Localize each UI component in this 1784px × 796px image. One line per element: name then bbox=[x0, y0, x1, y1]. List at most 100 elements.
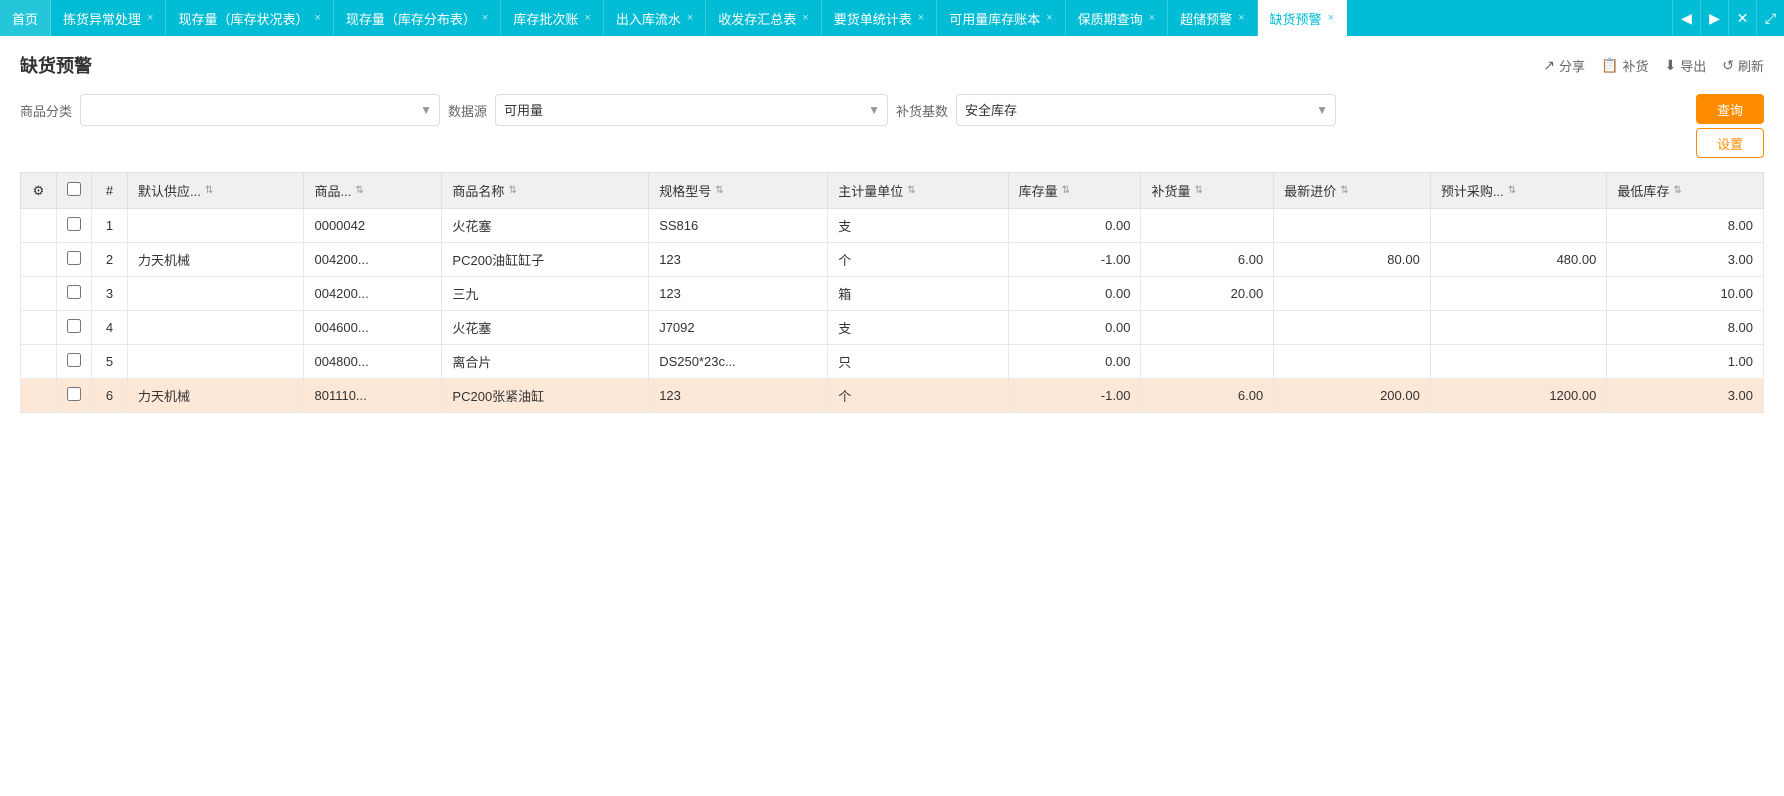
main-content: 缺货预警 ↗ 分享 📋 补货 ⬇ 导出 ↺ 刷新 商品分类 bbox=[0, 36, 1784, 796]
replenish-icon: 📋 bbox=[1601, 57, 1618, 74]
th-stock[interactable]: 库存量 ⇅ bbox=[1008, 173, 1141, 209]
row-goods-name: 火花塞 bbox=[442, 311, 649, 345]
row-min-stock: 8.00 bbox=[1607, 209, 1764, 243]
replenish-select[interactable]: 安全库存 bbox=[956, 94, 1336, 126]
sort-supplier-icon: ⇅ bbox=[205, 185, 213, 196]
datasource-select[interactable]: 可用量 bbox=[495, 94, 888, 126]
category-select-wrap: ▼ bbox=[80, 94, 440, 126]
close-tab-picking[interactable]: × bbox=[147, 12, 153, 24]
table-row[interactable]: 3 004200... 三九 123 箱 0.00 20.00 10.00 bbox=[21, 277, 1764, 311]
header-actions: ↗ 分享 📋 补货 ⬇ 导出 ↺ 刷新 bbox=[1543, 56, 1764, 75]
row-est-purchase bbox=[1430, 345, 1606, 379]
close-tab-inout[interactable]: × bbox=[687, 12, 693, 24]
th-min-stock[interactable]: 最低库存 ⇅ bbox=[1607, 173, 1764, 209]
sort-stock-icon: ⇅ bbox=[1062, 185, 1070, 196]
table-row[interactable]: 2 力天机械 004200... PC200油缸缸子 123 个 -1.00 6… bbox=[21, 243, 1764, 277]
close-tab-overstock[interactable]: × bbox=[1238, 12, 1244, 24]
th-unit[interactable]: 主计量单位 ⇅ bbox=[828, 173, 1008, 209]
row-spec: DS250*23c... bbox=[649, 345, 828, 379]
th-supplier[interactable]: 默认供应... ⇅ bbox=[128, 173, 304, 209]
table-row[interactable]: 1 0000042 火花塞 SS816 支 0.00 8.00 bbox=[21, 209, 1764, 243]
close-tab-stock-dist[interactable]: × bbox=[482, 12, 488, 24]
row-checkbox-cell[interactable] bbox=[57, 277, 92, 311]
row-checkbox[interactable] bbox=[67, 353, 81, 367]
replenish-button[interactable]: 📋 补货 bbox=[1601, 56, 1648, 75]
th-spec[interactable]: 规格型号 ⇅ bbox=[649, 173, 828, 209]
row-checkbox-cell[interactable] bbox=[57, 379, 92, 413]
nav-prev-btn[interactable]: ◀ bbox=[1672, 0, 1700, 36]
row-goods-name: 离合片 bbox=[442, 345, 649, 379]
row-stock: 0.00 bbox=[1008, 345, 1141, 379]
share-button[interactable]: ↗ 分享 bbox=[1543, 56, 1585, 75]
row-replenish bbox=[1141, 209, 1274, 243]
row-unit: 个 bbox=[828, 243, 1008, 277]
sort-goodsname-icon: ⇅ bbox=[508, 185, 516, 196]
close-tab-summary[interactable]: × bbox=[802, 12, 808, 24]
tab-overstock[interactable]: 超储预警 × bbox=[1168, 0, 1257, 36]
close-tab-shortage[interactable]: × bbox=[1328, 12, 1334, 24]
nav-next-btn[interactable]: ▶ bbox=[1700, 0, 1728, 36]
row-checkbox[interactable] bbox=[67, 251, 81, 265]
row-num: 3 bbox=[92, 277, 128, 311]
tab-expiry[interactable]: 保质期查询 × bbox=[1066, 0, 1168, 36]
tab-home[interactable]: 首页 bbox=[0, 0, 51, 36]
row-goods-code: 004200... bbox=[304, 243, 442, 277]
tab-requisition[interactable]: 要货单统计表 × bbox=[822, 0, 937, 36]
settings-icon: ⚙ bbox=[33, 183, 45, 198]
close-tab-batch[interactable]: × bbox=[584, 12, 590, 24]
nav-close-btn[interactable]: ✕ bbox=[1728, 0, 1756, 36]
th-goods-name[interactable]: 商品名称 ⇅ bbox=[442, 173, 649, 209]
row-settings-cell bbox=[21, 345, 57, 379]
refresh-button[interactable]: ↺ 刷新 bbox=[1722, 56, 1764, 75]
th-replenish[interactable]: 补货量 ⇅ bbox=[1141, 173, 1274, 209]
tab-shortage[interactable]: 缺货预警 × bbox=[1258, 0, 1347, 36]
row-unit: 只 bbox=[828, 345, 1008, 379]
row-supplier bbox=[128, 209, 304, 243]
share-icon: ↗ bbox=[1543, 57, 1555, 74]
th-est-purchase[interactable]: 预计采购... ⇅ bbox=[1430, 173, 1606, 209]
row-checkbox[interactable] bbox=[67, 319, 81, 333]
close-tab-available[interactable]: × bbox=[1046, 12, 1052, 24]
export-button[interactable]: ⬇ 导出 bbox=[1665, 56, 1707, 75]
page-title: 缺货预警 bbox=[20, 52, 92, 78]
row-min-stock: 10.00 bbox=[1607, 277, 1764, 311]
tab-stock-dist[interactable]: 现存量（库存分布表） × bbox=[334, 0, 501, 36]
row-checkbox-cell[interactable] bbox=[57, 243, 92, 277]
row-checkbox[interactable] bbox=[67, 217, 81, 231]
settings-button[interactable]: 设置 bbox=[1696, 128, 1764, 158]
row-goods-name: PC200张紧油缸 bbox=[442, 379, 649, 413]
close-tab-stock-status[interactable]: × bbox=[314, 12, 320, 24]
th-latest-price[interactable]: 最新进价 ⇅ bbox=[1274, 173, 1431, 209]
refresh-icon: ↺ bbox=[1722, 57, 1734, 74]
tab-picking[interactable]: 拣货异常处理 × bbox=[51, 0, 166, 36]
row-checkbox-cell[interactable] bbox=[57, 311, 92, 345]
query-button[interactable]: 查询 bbox=[1696, 94, 1764, 124]
row-settings-cell bbox=[21, 243, 57, 277]
close-tab-expiry[interactable]: × bbox=[1149, 12, 1155, 24]
filter-replenish-group: 补货基数 安全库存 ▼ bbox=[896, 94, 1336, 126]
th-goods-code[interactable]: 商品... ⇅ bbox=[304, 173, 442, 209]
table-row[interactable]: 4 004600... 火花塞 J7092 支 0.00 8.00 bbox=[21, 311, 1764, 345]
close-tab-requisition[interactable]: × bbox=[918, 12, 924, 24]
tab-stock-status[interactable]: 现存量（库存状况表） × bbox=[166, 0, 333, 36]
select-all-checkbox[interactable] bbox=[67, 182, 81, 196]
top-nav: 首页 拣货异常处理 × 现存量（库存状况表） × 现存量（库存分布表） × 库存… bbox=[0, 0, 1784, 36]
row-latest-price bbox=[1274, 345, 1431, 379]
row-checkbox-cell[interactable] bbox=[57, 345, 92, 379]
tab-batch[interactable]: 库存批次账 × bbox=[501, 0, 603, 36]
th-settings[interactable]: ⚙ bbox=[21, 173, 57, 209]
table-row[interactable]: 5 004800... 离合片 DS250*23c... 只 0.00 1.00 bbox=[21, 345, 1764, 379]
category-label: 商品分类 bbox=[20, 101, 72, 120]
row-latest-price bbox=[1274, 311, 1431, 345]
row-checkbox-cell[interactable] bbox=[57, 209, 92, 243]
row-settings-cell bbox=[21, 379, 57, 413]
tab-available[interactable]: 可用量库存账本 × bbox=[937, 0, 1065, 36]
tab-inout[interactable]: 出入库流水 × bbox=[604, 0, 706, 36]
row-checkbox[interactable] bbox=[67, 387, 81, 401]
row-checkbox[interactable] bbox=[67, 285, 81, 299]
table-row[interactable]: 6 力天机械 801110... PC200张紧油缸 123 个 -1.00 6… bbox=[21, 379, 1764, 413]
category-select[interactable] bbox=[80, 94, 440, 126]
row-goods-code: 801110... bbox=[304, 379, 442, 413]
tab-summary[interactable]: 收发存汇总表 × bbox=[706, 0, 821, 36]
nav-expand-btn[interactable]: ⤢ bbox=[1756, 0, 1784, 36]
